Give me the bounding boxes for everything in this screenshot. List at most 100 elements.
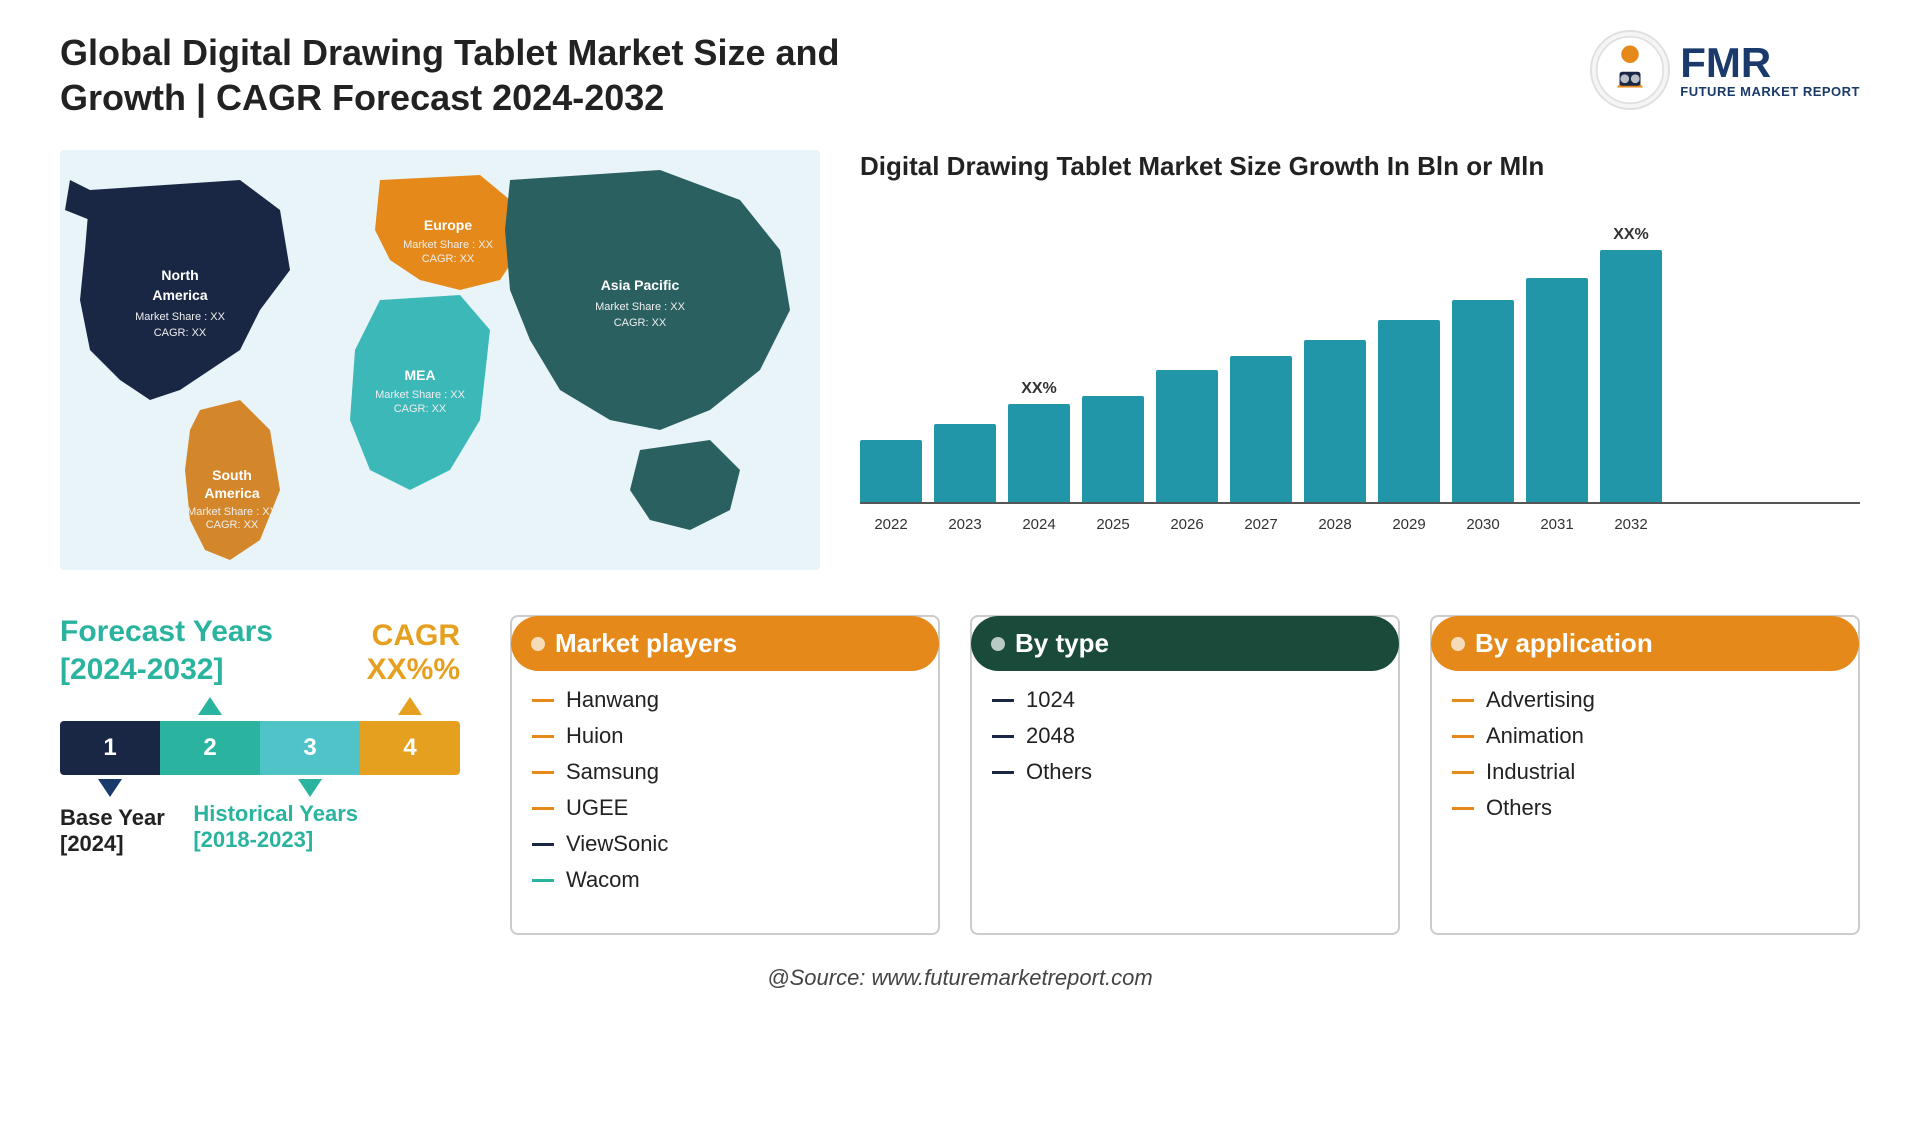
svg-text:Market Share : XX: Market Share : XX — [595, 301, 686, 313]
base-year-label: Base Year — [60, 805, 193, 831]
bar-column — [1452, 272, 1514, 502]
svg-text:America: America — [152, 287, 207, 303]
svg-text:Market Share : XX: Market Share : XX — [403, 239, 494, 251]
svg-text:Market Share : XX: Market Share : XX — [187, 506, 278, 518]
base-year-col: Base Year [2024] — [60, 801, 193, 857]
chart-section: Digital Drawing Tablet Market Size Growt… — [860, 150, 1860, 575]
tri-down-1 — [60, 779, 160, 797]
cagr-value: XX%% — [367, 653, 460, 687]
tri-down-3 — [260, 779, 360, 797]
page-title: Global Digital Drawing Tablet Market Siz… — [60, 30, 840, 120]
dash-icon — [992, 771, 1014, 774]
segment-bar: 1 2 3 4 — [60, 721, 460, 775]
item-label: Animation — [1486, 723, 1584, 749]
dash-icon — [532, 735, 554, 738]
seg-labels: Base Year [2024] Historical Years [2018-… — [60, 801, 460, 857]
hist-years-col: Historical Years [2018-2023] — [193, 801, 460, 857]
bar-column — [1304, 312, 1366, 502]
bar-year-label: 2022 — [860, 516, 922, 533]
list-item: Samsung — [532, 759, 918, 785]
tri-1 — [60, 697, 160, 715]
list-item: 1024 — [992, 687, 1378, 713]
item-label: Wacom — [566, 867, 640, 893]
tri-down-2 — [160, 779, 260, 797]
dash-icon — [1452, 735, 1474, 738]
bar-year-label: 2032 — [1600, 516, 1662, 533]
item-label: Hanwang — [566, 687, 659, 713]
bar-year-label: 2031 — [1526, 516, 1588, 533]
tri-down-teal-icon — [298, 779, 322, 797]
list-item: Industrial — [1452, 759, 1838, 785]
svg-text:CAGR: XX: CAGR: XX — [394, 403, 447, 415]
historical-value: [2018-2023] — [193, 827, 460, 853]
list-item: Huion — [532, 723, 918, 749]
logo-fmr: FMR — [1680, 42, 1771, 84]
app-dot — [1451, 637, 1465, 651]
tri-up-orange — [398, 697, 422, 715]
bar-year-label: 2028 — [1304, 516, 1366, 533]
bar-rect — [1230, 356, 1292, 502]
item-label: Others — [1026, 759, 1092, 785]
item-label: Advertising — [1486, 687, 1595, 713]
by-application-header: By application — [1431, 616, 1859, 671]
seg-1: 1 — [60, 721, 160, 775]
item-label: Huion — [566, 723, 623, 749]
dash-teal-icon — [532, 879, 554, 882]
dash-icon — [532, 807, 554, 810]
svg-text:CAGR: XX: CAGR: XX — [614, 317, 667, 329]
market-dot — [531, 637, 545, 651]
market-players-label: Market players — [555, 628, 737, 659]
tri-indicators-bottom — [60, 779, 460, 797]
svg-text:North: North — [161, 267, 198, 283]
bar-top-label: XX% — [1021, 376, 1057, 398]
seg-4: 4 — [360, 721, 460, 775]
page: Global Digital Drawing Tablet Market Siz… — [0, 0, 1920, 1146]
bar-rect — [1452, 300, 1514, 502]
bar-column — [1230, 328, 1292, 502]
cagr-label: CAGR — [367, 619, 460, 653]
by-application-items: Advertising Animation Industrial Others — [1432, 671, 1858, 841]
logo-area: FMR FUTURE MARKET REPORT — [1590, 30, 1860, 110]
bar-rect — [1304, 340, 1366, 502]
bar-column: XX% — [1008, 376, 1070, 502]
cagr-block: CAGR XX%% — [367, 619, 460, 687]
forecast-bracket: [2024-2032] — [60, 653, 273, 687]
type-dot — [991, 637, 1005, 651]
bar-column — [934, 396, 996, 502]
svg-text:Market Share : XX: Market Share : XX — [375, 389, 466, 401]
forecast-years: Forecast Years [2024-2032] — [60, 615, 273, 687]
category-boxes: Market players Hanwang Huion Samsung UGE… — [510, 615, 1860, 935]
bar-column — [1378, 292, 1440, 502]
dash-icon — [532, 699, 554, 702]
top-row: North America Market Share : XX CAGR: XX… — [60, 150, 1860, 575]
list-item: Animation — [1452, 723, 1838, 749]
svg-text:America: America — [204, 485, 259, 501]
list-item: Advertising — [1452, 687, 1838, 713]
bar-column — [1082, 368, 1144, 502]
svg-text:CAGR: XX: CAGR: XX — [206, 519, 259, 531]
source-line: @Source: www.futuremarketreport.com — [60, 965, 1860, 991]
bar-column — [860, 412, 922, 502]
bar-rect — [1156, 370, 1218, 502]
dash-icon — [532, 771, 554, 774]
bar-year-label: 2027 — [1230, 516, 1292, 533]
list-item: ViewSonic — [532, 831, 918, 857]
world-map: North America Market Share : XX CAGR: XX… — [60, 150, 820, 570]
tri-down-4 — [360, 779, 460, 797]
svg-text:Asia Pacific: Asia Pacific — [601, 277, 680, 293]
dash-icon — [1452, 699, 1474, 702]
item-label: UGEE — [566, 795, 628, 821]
forecast-years-label: Forecast Years — [60, 615, 273, 649]
svg-text:MEA: MEA — [404, 367, 435, 383]
bar-year-label: 2026 — [1156, 516, 1218, 533]
by-type-box: By type 1024 2048 Others — [970, 615, 1400, 935]
bar-rect — [1600, 250, 1662, 502]
dash-icon — [1452, 771, 1474, 774]
bar-year-label: 2025 — [1082, 516, 1144, 533]
historical-label: Historical Years — [193, 801, 460, 827]
logo-circle — [1590, 30, 1670, 110]
dash-icon — [992, 699, 1014, 702]
seg-3: 3 — [260, 721, 360, 775]
logo-sub: FUTURE MARKET REPORT — [1680, 84, 1860, 99]
seg-2: 2 — [160, 721, 260, 775]
